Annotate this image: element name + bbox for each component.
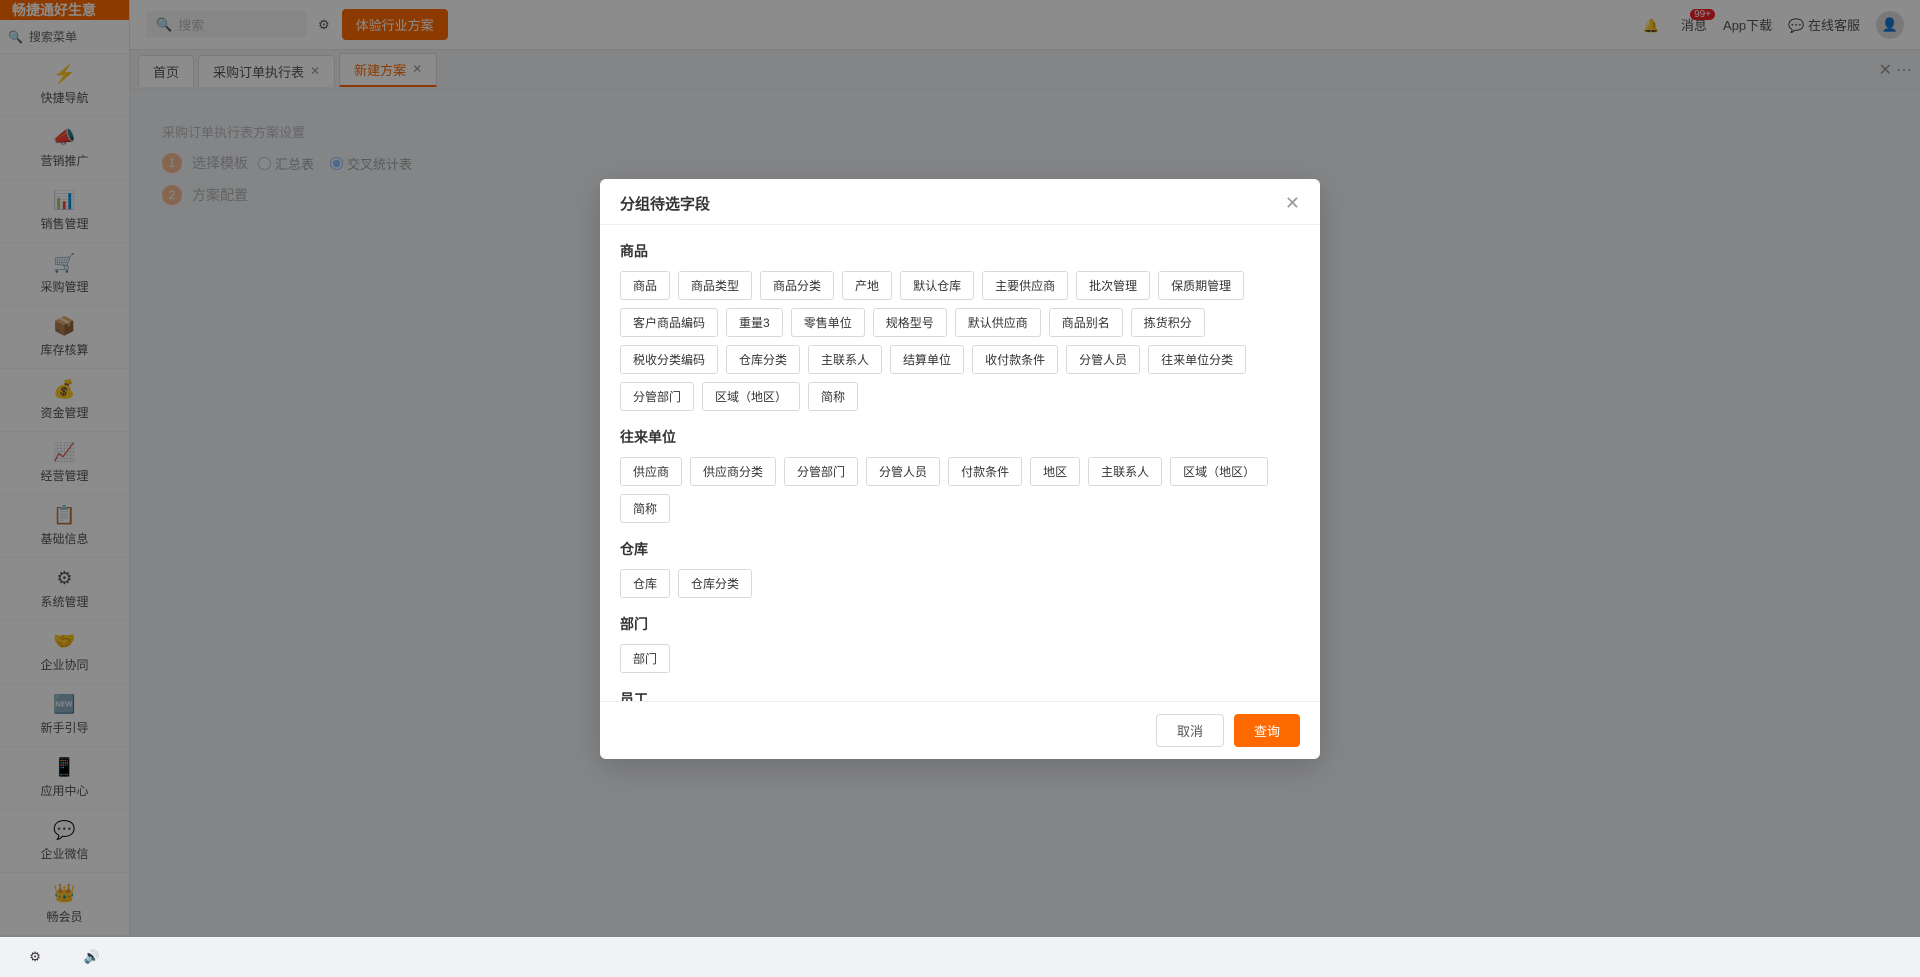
modal-backdrop: 分组待选字段 ✕ 商品商品商品类型商品分类产地默认仓库主要供应商批次管理保质期管… [130, 90, 1920, 937]
field-tag[interactable]: 简称 [620, 494, 670, 523]
field-tag[interactable]: 默认供应商 [955, 308, 1041, 337]
section-counterpart: 往来单位供应商供应商分类分管部门分管人员付款条件地区主联系人区域（地区） 简称 [620, 427, 1300, 523]
field-tag[interactable]: 往来单位分类 [1148, 345, 1246, 374]
settings-icon[interactable]: ⚙ [29, 949, 41, 965]
field-tag[interactable]: 仓库分类 [678, 569, 752, 598]
field-tag[interactable]: 分管人员 [866, 457, 940, 486]
main: 🔍 搜索 ⚙ 体验行业方案 🔔 99+ 消息 App下载 💬 在线客服 👤 首页… [130, 0, 1920, 937]
modal-title: 分组待选字段 [620, 193, 710, 214]
cancel-button[interactable]: 取消 [1156, 714, 1224, 747]
modal-header: 分组待选字段 ✕ [600, 179, 1320, 225]
field-tag[interactable]: 主要供应商 [982, 271, 1068, 300]
field-tag[interactable]: 税收分类编码 [620, 345, 718, 374]
section-title-department: 部门 [620, 614, 1300, 634]
section-title-counterpart: 往来单位 [620, 427, 1300, 447]
field-tags-counterpart: 供应商供应商分类分管部门分管人员付款条件地区主联系人区域（地区） 简称 [620, 457, 1300, 523]
field-tag[interactable]: 供应商 [620, 457, 682, 486]
field-tag[interactable]: 商品类型 [678, 271, 752, 300]
field-tag[interactable]: 仓库分类 [726, 345, 800, 374]
field-tags-department: 部门 [620, 644, 1300, 673]
modal-footer: 取消 查询 [600, 701, 1320, 759]
modal-body[interactable]: 商品商品商品类型商品分类产地默认仓库主要供应商批次管理保质期管理客户商品编码重量… [600, 225, 1320, 701]
field-tag[interactable]: 批次管理 [1076, 271, 1150, 300]
field-tag[interactable]: 主联系人 [808, 345, 882, 374]
field-tag[interactable]: 简称 [808, 382, 858, 411]
sidebar-bottom: ⚙ 🔊 [0, 936, 129, 977]
field-tag[interactable]: 规格型号 [873, 308, 947, 337]
field-tag[interactable]: 区域（地区） [702, 382, 800, 411]
section-department: 部门部门 [620, 614, 1300, 673]
field-tag[interactable]: 地区 [1030, 457, 1080, 486]
field-tag[interactable]: 主联系人 [1088, 457, 1162, 486]
field-tags-warehouse: 仓库仓库分类 [620, 569, 1300, 598]
field-tag[interactable]: 分管人员 [1066, 345, 1140, 374]
field-selection-modal: 分组待选字段 ✕ 商品商品商品类型商品分类产地默认仓库主要供应商批次管理保质期管… [600, 179, 1320, 759]
field-tag[interactable]: 拣货积分 [1131, 308, 1205, 337]
section-title-warehouse: 仓库 [620, 539, 1300, 559]
field-tag[interactable]: 付款条件 [948, 457, 1022, 486]
audio-icon[interactable]: 🔊 [84, 949, 100, 965]
field-tag[interactable]: 商品 [620, 271, 670, 300]
field-tag[interactable]: 商品分类 [760, 271, 834, 300]
field-tag[interactable]: 保质期管理 [1158, 271, 1244, 300]
content-area: 采购订单执行表方案设置 1 选择模板 汇总表 交叉统计表 2 方案配置 [130, 90, 1920, 937]
field-tag[interactable]: 部门 [620, 644, 670, 673]
field-tag[interactable]: 重量3 [726, 308, 783, 337]
field-tag[interactable]: 客户商品编码 [620, 308, 718, 337]
section-title-employee: 员工 [620, 689, 1300, 701]
field-tag[interactable]: 供应商分类 [690, 457, 776, 486]
modal-close-button[interactable]: ✕ [1285, 193, 1300, 214]
section-employee: 员工业务员 [620, 689, 1300, 701]
confirm-button[interactable]: 查询 [1234, 714, 1300, 747]
field-tag[interactable]: 零售单位 [791, 308, 865, 337]
section-warehouse: 仓库仓库仓库分类 [620, 539, 1300, 598]
field-tag[interactable]: 分管部门 [620, 382, 694, 411]
field-tag[interactable]: 结算单位 [890, 345, 964, 374]
field-tag[interactable]: 分管部门 [784, 457, 858, 486]
field-tag[interactable]: 区域（地区） [1170, 457, 1268, 486]
field-tag[interactable]: 收付款条件 [972, 345, 1058, 374]
field-tag[interactable]: 商品别名 [1049, 308, 1123, 337]
section-title-goods: 商品 [620, 241, 1300, 261]
field-tags-goods: 商品商品类型商品分类产地默认仓库主要供应商批次管理保质期管理客户商品编码重量3 零… [620, 271, 1300, 411]
field-tag[interactable]: 产地 [842, 271, 892, 300]
section-goods: 商品商品商品类型商品分类产地默认仓库主要供应商批次管理保质期管理客户商品编码重量… [620, 241, 1300, 411]
field-tag[interactable]: 仓库 [620, 569, 670, 598]
field-tag[interactable]: 默认仓库 [900, 271, 974, 300]
